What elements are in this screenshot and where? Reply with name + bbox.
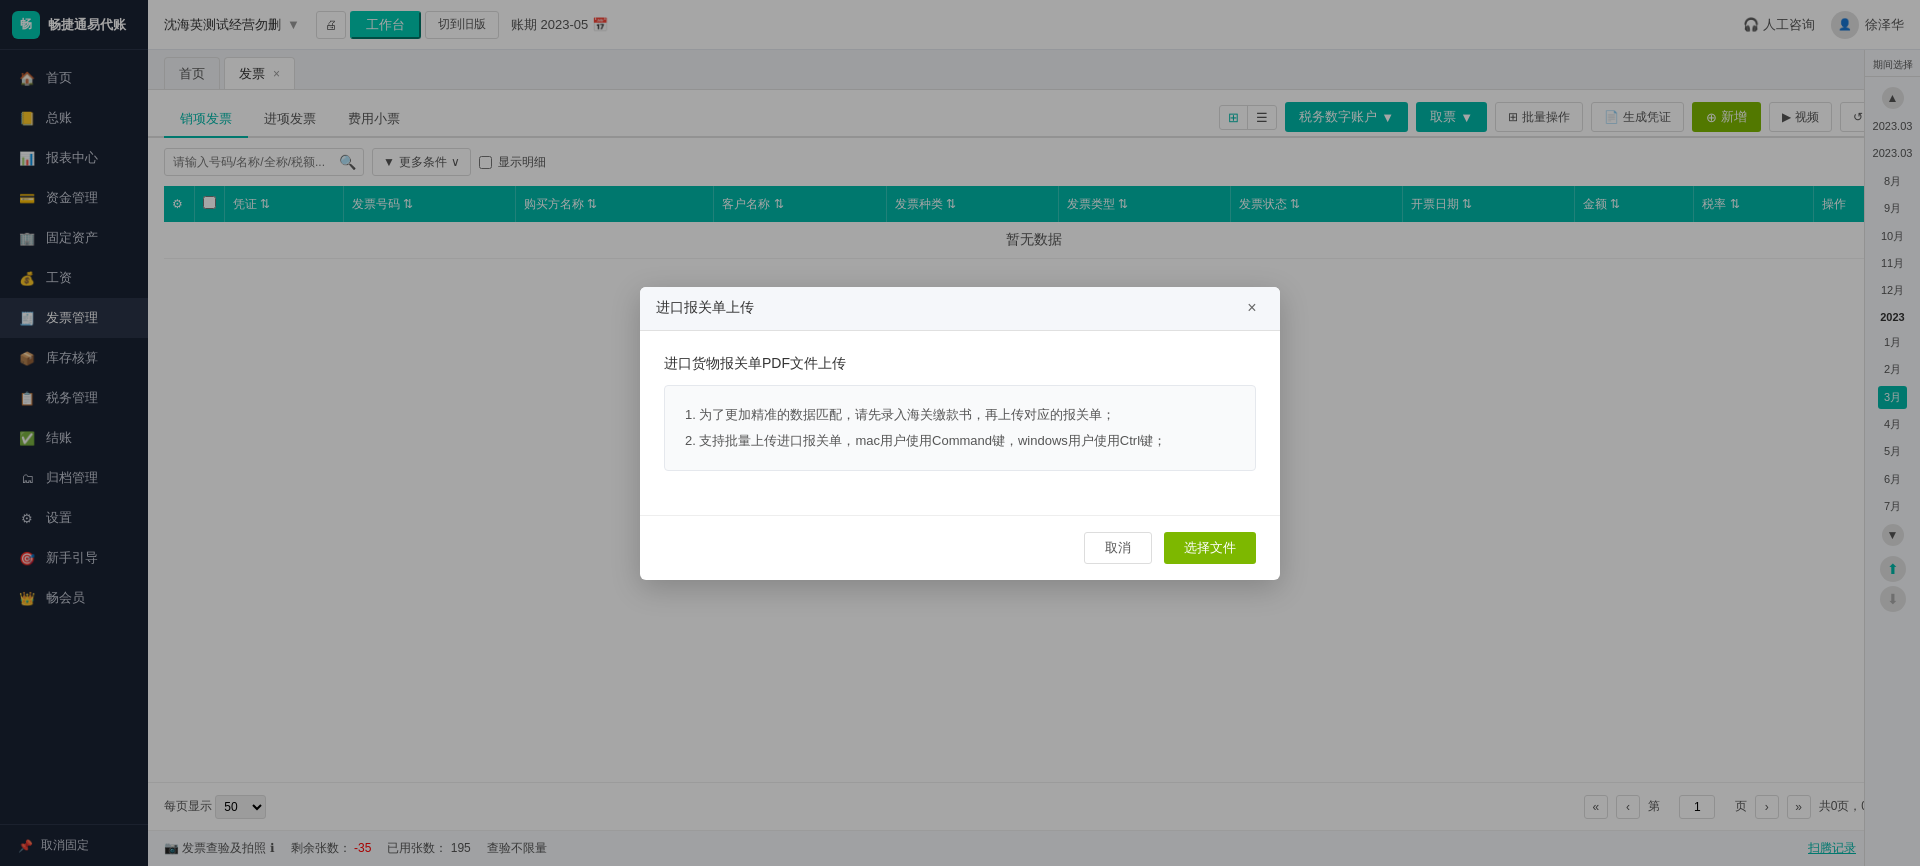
dialog-title: 进口报关单上传	[656, 299, 754, 317]
dialog-select-file-button[interactable]: 选择文件	[1164, 532, 1256, 564]
dialog-info-line-1: 1. 为了更加精准的数据匹配，请先录入海关缴款书，再上传对应的报关单；	[685, 402, 1235, 428]
dialog-footer: 取消 选择文件	[640, 515, 1280, 580]
dialog-info-line-2: 2. 支持批量上传进口报关单，mac用户使用Command键，windows用户…	[685, 428, 1235, 454]
dialog-close-button[interactable]: ×	[1240, 296, 1264, 320]
dialog-info-box: 1. 为了更加精准的数据匹配，请先录入海关缴款书，再上传对应的报关单； 2. 支…	[664, 385, 1256, 471]
dialog-cancel-button[interactable]: 取消	[1084, 532, 1152, 564]
dialog-header: 进口报关单上传 ×	[640, 287, 1280, 331]
dialog-body: 进口货物报关单PDF文件上传 1. 为了更加精准的数据匹配，请先录入海关缴款书，…	[640, 331, 1280, 515]
dialog-section-title: 进口货物报关单PDF文件上传	[664, 355, 1256, 373]
import-customs-dialog: 进口报关单上传 × 进口货物报关单PDF文件上传 1. 为了更加精准的数据匹配，…	[640, 287, 1280, 580]
modal-overlay: 进口报关单上传 × 进口货物报关单PDF文件上传 1. 为了更加精准的数据匹配，…	[0, 0, 1920, 866]
